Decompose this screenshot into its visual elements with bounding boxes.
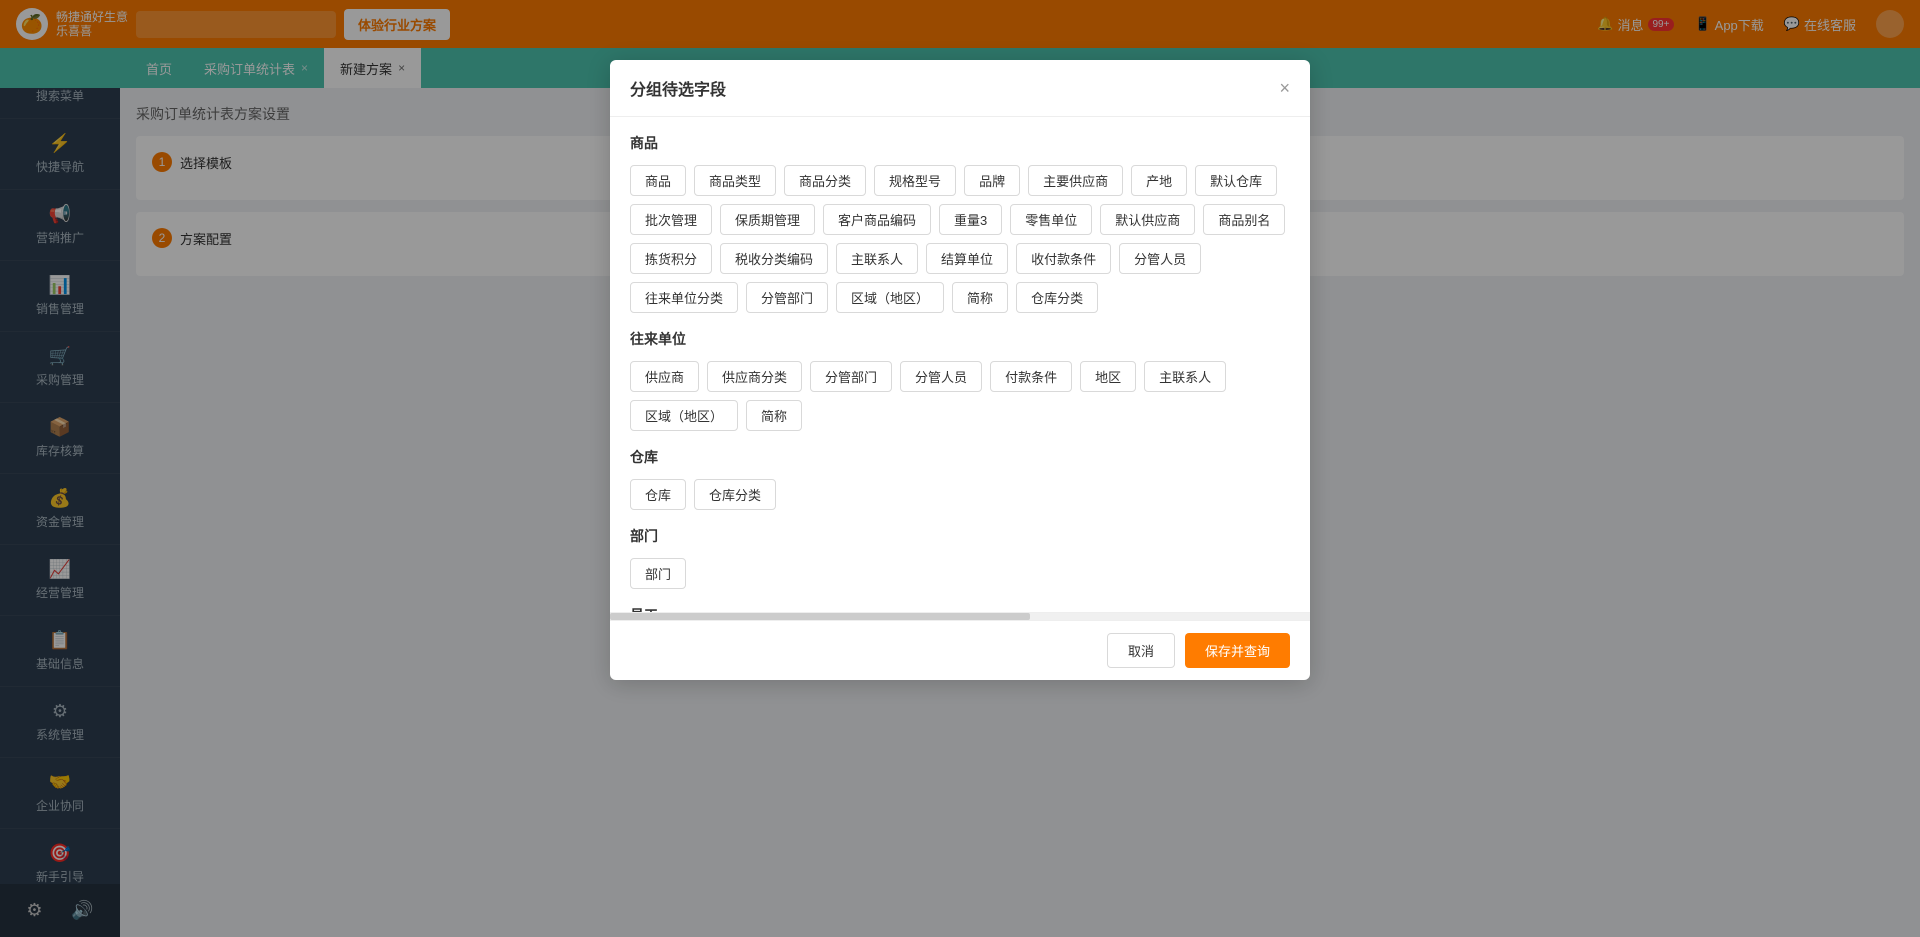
field-tag-area[interactable]: 地区 <box>1080 361 1136 392</box>
field-tag-warehouse-cat[interactable]: 仓库分类 <box>1016 282 1098 313</box>
dialog-hscroll[interactable] <box>610 612 1310 620</box>
group-title-product: 商品 <box>630 133 1290 153</box>
field-tag-retail-unit[interactable]: 零售单位 <box>1010 204 1092 235</box>
field-tag-supplier-cat[interactable]: 供应商分类 <box>707 361 802 392</box>
group-warehouse-tags: 仓库 仓库分类 <box>630 479 1290 510</box>
field-tag-warehouse[interactable]: 仓库 <box>630 479 686 510</box>
field-tag-settlement-unit[interactable]: 结算单位 <box>926 243 1008 274</box>
dialog-overlay: 分组待选字段 × 商品 商品 商品类型 商品分类 规格型号 品牌 主要供应商 产… <box>0 0 1920 937</box>
field-tag-short2[interactable]: 简称 <box>746 400 802 431</box>
confirm-button[interactable]: 保存并查询 <box>1185 633 1290 668</box>
group-title-dept: 部门 <box>630 526 1290 546</box>
field-tag-brand[interactable]: 品牌 <box>964 165 1020 196</box>
field-tag-dept[interactable]: 分管部门 <box>746 282 828 313</box>
dialog-close-button[interactable]: × <box>1279 78 1290 99</box>
field-select-dialog: 分组待选字段 × 商品 商品 商品类型 商品分类 规格型号 品牌 主要供应商 产… <box>610 60 1310 680</box>
field-tag-person2[interactable]: 分管人员 <box>900 361 982 392</box>
field-tag-default-warehouse[interactable]: 默认仓库 <box>1195 165 1277 196</box>
field-tag-payment-terms[interactable]: 收付款条件 <box>1016 243 1111 274</box>
field-tag-warehouse-category[interactable]: 仓库分类 <box>694 479 776 510</box>
field-tag-manager[interactable]: 分管人员 <box>1119 243 1201 274</box>
field-tag-customer-code[interactable]: 客户商品编码 <box>823 204 931 235</box>
field-tag-region2[interactable]: 区域（地区） <box>630 400 738 431</box>
field-tag-product-type[interactable]: 商品类型 <box>694 165 776 196</box>
field-tag-batch-mgmt[interactable]: 批次管理 <box>630 204 712 235</box>
group-title-warehouse: 仓库 <box>630 447 1290 467</box>
field-tag-supplier[interactable]: 供应商 <box>630 361 699 392</box>
field-tag-shelf-life[interactable]: 保质期管理 <box>720 204 815 235</box>
dialog-title: 分组待选字段 <box>630 76 726 100</box>
field-tag-dept2[interactable]: 分管部门 <box>810 361 892 392</box>
field-tag-product[interactable]: 商品 <box>630 165 686 196</box>
field-tag-payment2[interactable]: 付款条件 <box>990 361 1072 392</box>
field-tag-department[interactable]: 部门 <box>630 558 686 589</box>
field-tag-partner-category[interactable]: 往来单位分类 <box>630 282 738 313</box>
field-tag-tax-code[interactable]: 税收分类编码 <box>720 243 828 274</box>
field-tag-product-alias[interactable]: 商品别名 <box>1203 204 1285 235</box>
group-title-employee: 员工 <box>630 605 1290 612</box>
field-tag-default-supplier[interactable]: 默认供应商 <box>1100 204 1195 235</box>
field-tag-origin[interactable]: 产地 <box>1131 165 1187 196</box>
field-tag-spec-model[interactable]: 规格型号 <box>874 165 956 196</box>
field-tag-pick-points[interactable]: 拣货积分 <box>630 243 712 274</box>
dialog-header: 分组待选字段 × <box>610 60 1310 117</box>
field-tag-region[interactable]: 区域（地区） <box>836 282 944 313</box>
dialog-body: 商品 商品 商品类型 商品分类 规格型号 品牌 主要供应商 产地 默认仓库 批次… <box>610 117 1310 612</box>
group-partner-tags: 供应商 供应商分类 分管部门 分管人员 付款条件 地区 主联系人 区域（地区） … <box>630 361 1290 431</box>
field-tag-weight3[interactable]: 重量3 <box>939 204 1002 235</box>
field-tag-main-contact2[interactable]: 主联系人 <box>1144 361 1226 392</box>
field-tag-main-contact[interactable]: 主联系人 <box>836 243 918 274</box>
group-dept-tags: 部门 <box>630 558 1290 589</box>
field-tag-main-supplier[interactable]: 主要供应商 <box>1028 165 1123 196</box>
group-title-partner: 往来单位 <box>630 329 1290 349</box>
field-tag-short-name[interactable]: 简称 <box>952 282 1008 313</box>
cancel-button[interactable]: 取消 <box>1107 633 1175 668</box>
hscroll-thumb <box>610 613 1030 620</box>
field-tag-product-category[interactable]: 商品分类 <box>784 165 866 196</box>
group-product-tags: 商品 商品类型 商品分类 规格型号 品牌 主要供应商 产地 默认仓库 批次管理 … <box>630 165 1290 313</box>
dialog-footer: 取消 保存并查询 <box>610 620 1310 680</box>
